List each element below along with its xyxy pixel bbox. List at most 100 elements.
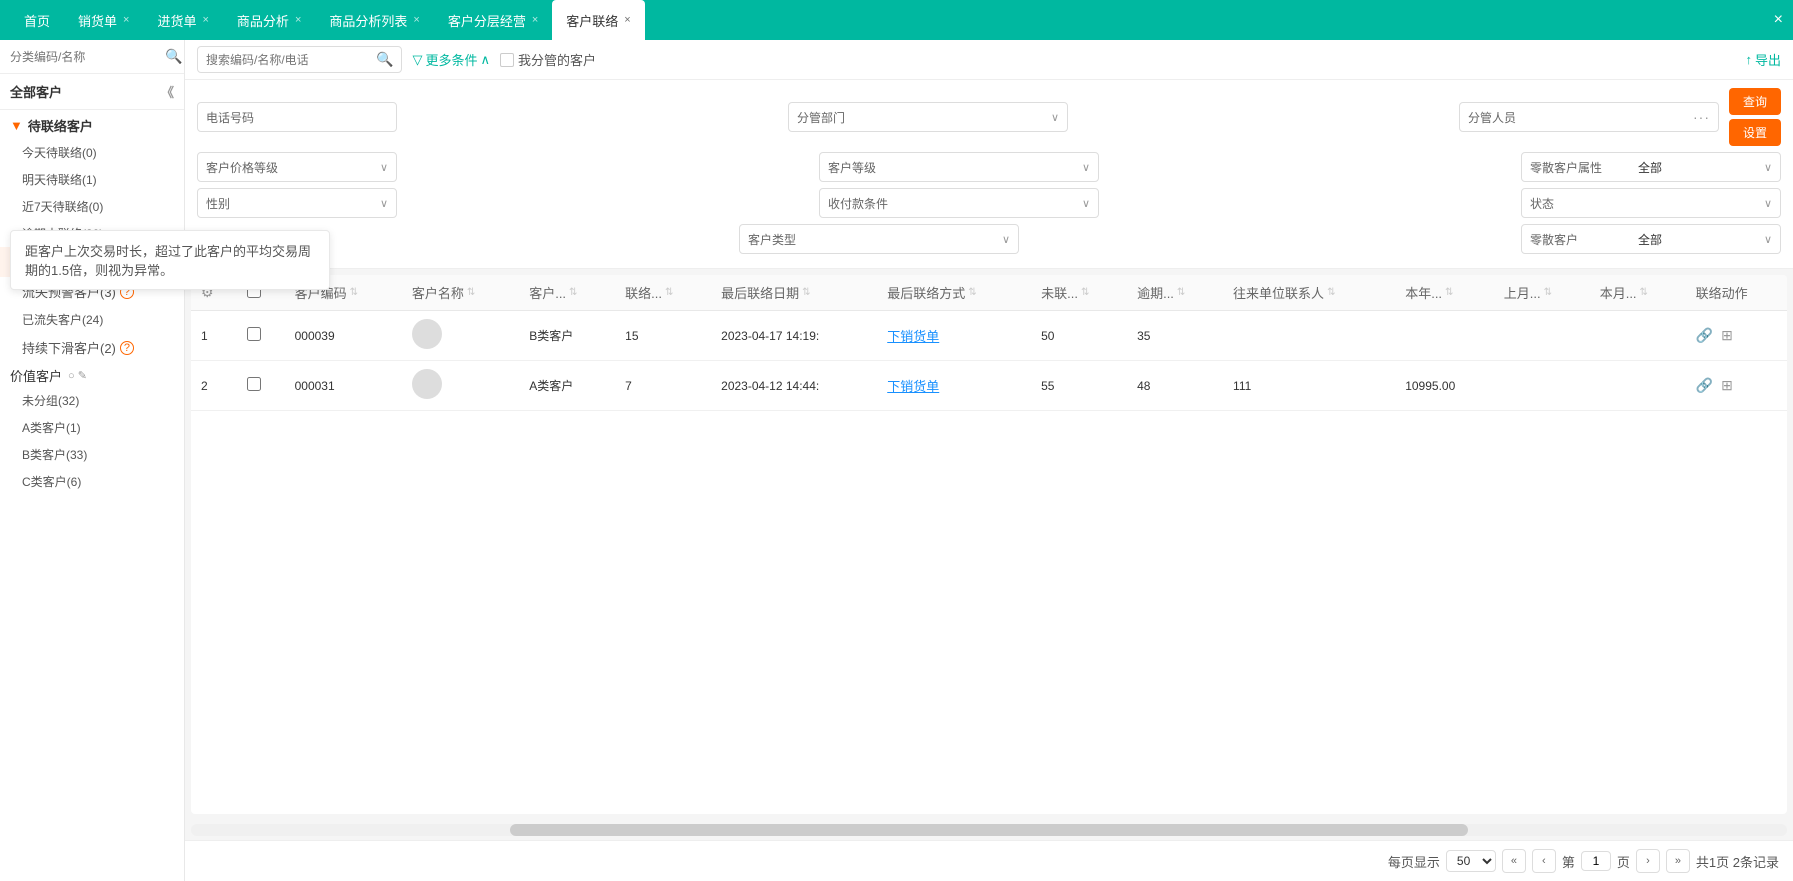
row2-contact-count: 7 xyxy=(615,361,711,411)
customer-type-field[interactable]: 客户类型 ∨ xyxy=(739,224,1019,254)
more-conditions-btn[interactable]: ▽ 更多条件 ∧ xyxy=(412,50,490,69)
row2-checkbox[interactable] xyxy=(237,361,285,411)
tab-home[interactable]: 首页 xyxy=(10,0,64,40)
tab-product-list[interactable]: 商品分析列表 × xyxy=(315,0,433,40)
lastmonth-sort-icon: ⇅ xyxy=(1544,287,1552,298)
sidebar-search-area: 🔍 xyxy=(0,40,184,74)
scroll-thumb[interactable] xyxy=(510,824,1468,836)
prev-page-btn[interactable]: ‹ xyxy=(1532,849,1556,873)
date-sort-icon: ⇅ xyxy=(802,287,810,298)
sidebar-search-input[interactable] xyxy=(10,50,165,64)
row2-last-date: 2023-04-12 14:44: xyxy=(711,361,877,411)
col-last-method-header[interactable]: 最后联络方式 ⇅ xyxy=(877,275,1031,311)
row2-link-icon[interactable]: 🔗 xyxy=(1696,377,1713,394)
sidebar-value-section[interactable]: 价值客户 ○ ✎ xyxy=(0,362,184,387)
sidebar-edit-icon[interactable]: ○ ✎ xyxy=(68,369,87,382)
row1-checkbox[interactable] xyxy=(237,311,285,361)
tab-customer-contact[interactable]: 客户联络 × xyxy=(552,0,644,40)
retail-customer-field[interactable]: 零散客户 全部 ∨ xyxy=(1521,224,1781,254)
close-tab-product-analysis[interactable]: × xyxy=(295,14,301,26)
row1-link-icon[interactable]: 🔗 xyxy=(1696,327,1713,344)
close-tab-sales[interactable]: × xyxy=(123,14,129,26)
page-number-input[interactable] xyxy=(1581,851,1611,871)
row2-grid-icon[interactable]: ⊞ xyxy=(1721,377,1733,394)
row2-contact-person: 111 xyxy=(1223,361,1395,411)
row2-last-method[interactable]: 下销货单 xyxy=(877,361,1031,411)
main-search-box[interactable]: 🔍 xyxy=(197,46,402,73)
filter-row-3: 性别 ∨ 收付款条件 ∨ 状态 ∨ xyxy=(197,188,1781,218)
sidebar-item-lost[interactable]: 已流失客户(24) xyxy=(0,306,184,333)
row2-this-year: 10995.00 xyxy=(1395,361,1494,411)
overdue-sort-icon: ⇅ xyxy=(1177,287,1185,298)
next-page-btn[interactable]: › xyxy=(1636,849,1660,873)
thisyear-sort-icon: ⇅ xyxy=(1445,287,1453,298)
sidebar-pending-section[interactable]: ▼ 待联络客户 xyxy=(0,110,184,139)
tab-purchase[interactable]: 进货单 × xyxy=(143,0,222,40)
manager-field[interactable]: 分管人员 ··· xyxy=(1459,102,1719,132)
row2-overdue: 48 xyxy=(1127,361,1223,411)
col-unlisted-header[interactable]: 未联... ⇅ xyxy=(1031,275,1127,311)
sidebar: 🔍 全部客户 《 ▼ 待联络客户 今天待联络(0) 明天待联络(1) 近7天待联… xyxy=(0,40,185,881)
sidebar-all-customers-title[interactable]: 全部客户 《 xyxy=(0,74,184,110)
col-overdue-header[interactable]: 逾期... ⇅ xyxy=(1127,275,1223,311)
per-page-select[interactable]: 50 100 xyxy=(1446,850,1496,872)
col-last-date-header[interactable]: 最后联络日期 ⇅ xyxy=(711,275,877,311)
dept-field[interactable]: 分管部门 ∨ xyxy=(788,102,1068,132)
sidebar-item-7days[interactable]: 近7天待联络(0) xyxy=(0,193,184,220)
export-button[interactable]: ↑ 导出 xyxy=(1745,50,1781,69)
price-grade-field[interactable]: 客户价格等级 ∨ xyxy=(197,152,397,182)
col-contact-person-header[interactable]: 往来单位联系人 ⇅ xyxy=(1223,275,1395,311)
col-contact-count-header[interactable]: 联络... ⇅ xyxy=(615,275,711,311)
sidebar-item-tomorrow[interactable]: 明天待联络(1) xyxy=(0,166,184,193)
close-all-tabs[interactable]: × xyxy=(1774,11,1783,29)
sidebar-item-ungroup[interactable]: 未分组(32) xyxy=(0,387,184,414)
close-tab-customer-contact[interactable]: × xyxy=(624,14,630,26)
row1-grade: B类客户 xyxy=(519,311,615,361)
row2-select[interactable] xyxy=(247,377,261,391)
horizontal-scrollbar[interactable] xyxy=(191,824,1787,836)
row2-avatar xyxy=(412,369,442,399)
my-customers-checkbox[interactable] xyxy=(500,53,514,67)
main-search-icon[interactable]: 🔍 xyxy=(376,51,393,68)
advanced-filter: 电话号码 分管部门 ∨ 分管人员 ··· 查询 设置 xyxy=(185,80,1793,269)
phone-field[interactable]: 电话号码 xyxy=(197,102,397,132)
sidebar-item-class-b[interactable]: B类客户(33) xyxy=(0,441,184,468)
retail-attr-field[interactable]: 零散客户属性 全部 ∨ xyxy=(1521,152,1781,182)
main-search-input[interactable] xyxy=(206,53,376,67)
status-field[interactable]: 状态 ∨ xyxy=(1521,188,1781,218)
sidebar-item-class-c[interactable]: C类客户(6) xyxy=(0,468,184,495)
customer-grade-arrow: ∨ xyxy=(1082,161,1090,174)
col-this-month-header[interactable]: 本月... ⇅ xyxy=(1590,275,1686,311)
last-page-btn[interactable]: » xyxy=(1666,849,1690,873)
settings-button[interactable]: 设置 xyxy=(1729,119,1781,146)
row1-this-month xyxy=(1590,311,1686,361)
close-tab-purchase[interactable]: × xyxy=(202,14,208,26)
first-page-btn[interactable]: « xyxy=(1502,849,1526,873)
sidebar-item-class-a[interactable]: A类客户(1) xyxy=(0,414,184,441)
payment-arrow: ∨ xyxy=(1082,197,1090,210)
my-customers-filter[interactable]: 我分管的客户 xyxy=(500,50,596,69)
sidebar-search-icon: 🔍 xyxy=(165,48,182,65)
tab-customer-segments[interactable]: 客户分层经营 × xyxy=(434,0,552,40)
sidebar-item-today[interactable]: 今天待联络(0) xyxy=(0,139,184,166)
col-name-header[interactable]: 客户名称 ⇅ xyxy=(402,275,519,311)
close-tab-product-list[interactable]: × xyxy=(413,14,419,26)
filter-bar: 🔍 ▽ 更多条件 ∧ 我分管的客户 ↑ 导出 xyxy=(185,40,1793,80)
row1-select[interactable] xyxy=(247,327,261,341)
col-grade-header[interactable]: 客户... ⇅ xyxy=(519,275,615,311)
query-button[interactable]: 查询 xyxy=(1729,88,1781,115)
gender-field[interactable]: 性别 ∨ xyxy=(197,188,397,218)
sidebar-item-declining[interactable]: 持续下滑客户(2) ? xyxy=(0,333,184,362)
tab-product-analysis[interactable]: 商品分析 × xyxy=(223,0,315,40)
row1-grid-icon[interactable]: ⊞ xyxy=(1721,327,1733,344)
close-tab-customer-segments[interactable]: × xyxy=(532,14,538,26)
payment-field[interactable]: 收付款条件 ∨ xyxy=(819,188,1099,218)
row2-code: 000031 xyxy=(285,361,402,411)
row1-last-method[interactable]: 下销货单 xyxy=(877,311,1031,361)
sidebar-collapse-icon[interactable]: 《 xyxy=(161,82,174,101)
row2-grade: A类客户 xyxy=(519,361,615,411)
col-last-month-header[interactable]: 上月... ⇅ xyxy=(1494,275,1590,311)
tab-sales[interactable]: 销货单 × xyxy=(64,0,143,40)
customer-grade-field[interactable]: 客户等级 ∨ xyxy=(819,152,1099,182)
col-this-year-header[interactable]: 本年... ⇅ xyxy=(1395,275,1494,311)
